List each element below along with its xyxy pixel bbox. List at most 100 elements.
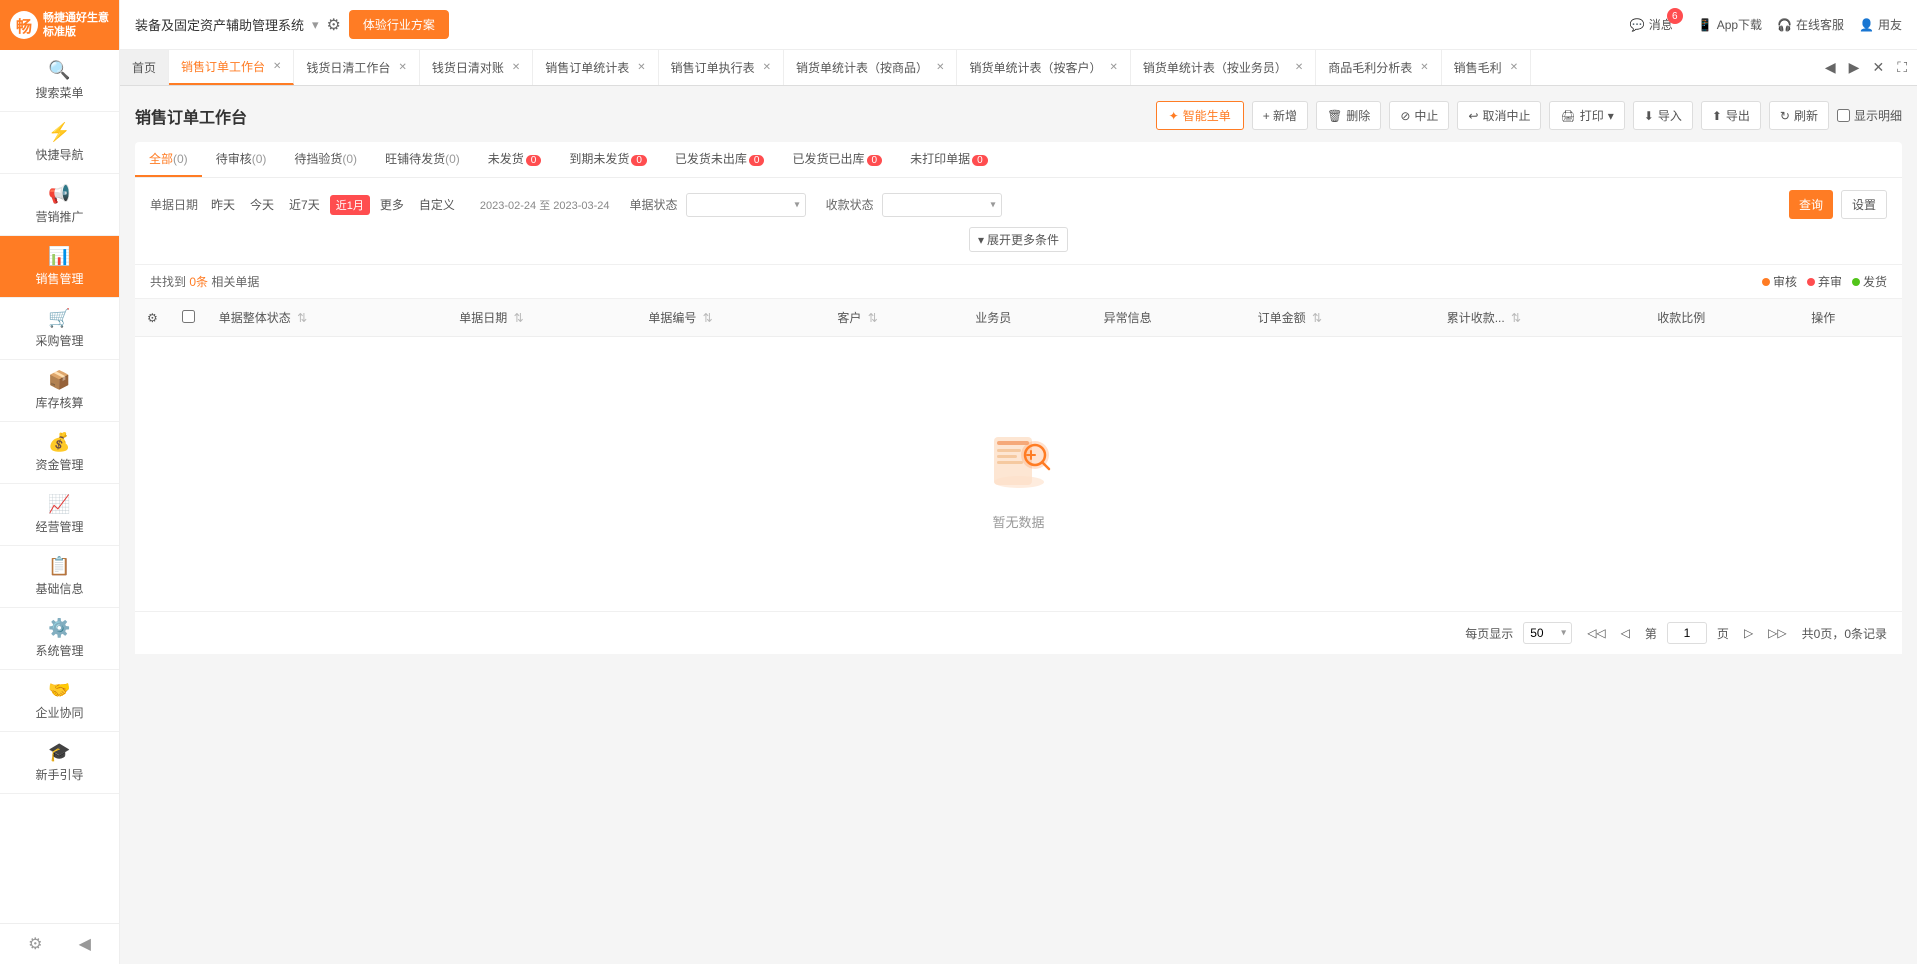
show-detail-checkbox[interactable] <box>1837 109 1850 122</box>
table-summary: 共找到 0条 相关单据 审核 弃审 发货 <box>135 265 1902 299</box>
page-input[interactable] <box>1667 622 1707 644</box>
collapse-icon[interactable]: ◀ <box>79 934 91 954</box>
industry-btn[interactable]: 体验行业方案 <box>349 10 449 39</box>
sidebar-item-search[interactable]: 🔍 搜索菜单 <box>0 50 119 112</box>
tab-sales-staff[interactable]: 销货单统计表（按业务员） ✕ <box>1131 50 1316 85</box>
online-service-btn[interactable]: 🎧 在线客服 <box>1777 16 1844 33</box>
sidebar-item-system[interactable]: ⚙️ 系统管理 <box>0 608 119 670</box>
user-label: 用友 <box>1878 16 1902 33</box>
sidebar-item-quicknav[interactable]: ⚡ 快捷导航 <box>0 112 119 174</box>
settings-btn[interactable]: 设置 <box>1841 190 1887 219</box>
sidebar-item-sales[interactable]: 📊 销售管理 <box>0 236 119 298</box>
date-opt-1month[interactable]: 近1月 <box>330 195 370 215</box>
suspend-btn[interactable]: ⊘ 中止 <box>1389 101 1449 130</box>
quick-approve-btn[interactable]: 审核 <box>1762 273 1797 290</box>
app-download-btn[interactable]: 📱 App下载 <box>1698 16 1762 33</box>
page-next-btn[interactable]: ▷ <box>1739 624 1758 642</box>
expand-btn[interactable]: ▾ 展开更多条件 <box>969 227 1068 252</box>
query-btn[interactable]: 查询 <box>1789 190 1833 219</box>
delete-btn[interactable]: 🗑 删除 <box>1316 101 1381 130</box>
sidebar-item-collab[interactable]: 🤝 企业协同 <box>0 670 119 732</box>
sidebar-item-inventory[interactable]: 📦 库存核算 <box>0 360 119 422</box>
sort-icon[interactable]: ⇅ <box>1511 311 1521 325</box>
date-opt-today[interactable]: 今天 <box>245 194 279 215</box>
tab-home[interactable]: 首页 <box>120 50 169 85</box>
tab-close-icon[interactable]: ✕ <box>1109 62 1117 73</box>
tab-close-icon[interactable]: ✕ <box>273 61 281 72</box>
sort-icon[interactable]: ⇅ <box>514 311 524 325</box>
sidebar-item-basicinfo[interactable]: 📋 基础信息 <box>0 546 119 608</box>
tab-sales-exec[interactable]: 销售订单执行表 ✕ <box>659 50 784 85</box>
tab-close-icon[interactable]: ✕ <box>936 62 944 73</box>
tab-expand-icon[interactable]: ⛶ <box>1892 57 1912 78</box>
tab-sales-profit[interactable]: 销售毛利 ✕ <box>1442 50 1531 85</box>
filter-tab-shipped-out[interactable]: 已发货已出库0 <box>778 142 896 177</box>
date-opt-custom[interactable]: 自定义 <box>414 194 460 215</box>
tab-label: 销货单统计表（按业务员） <box>1143 59 1287 76</box>
date-opt-more[interactable]: 更多 <box>375 194 409 215</box>
sort-icon[interactable]: ⇅ <box>1312 311 1322 325</box>
export-btn[interactable]: ⬆ 导出 <box>1701 101 1761 130</box>
filter-tab-pending-inspect[interactable]: 待挡验货(0) <box>280 142 371 177</box>
empty-state: 暂无数据 <box>135 337 1902 611</box>
gear-col-icon[interactable]: ⚙ <box>147 311 158 325</box>
user-btn[interactable]: 👤 用友 <box>1859 16 1902 33</box>
tab-close-all-icon[interactable]: ✕ <box>1867 57 1889 78</box>
add-btn[interactable]: + 新增 <box>1252 101 1308 130</box>
tab-close-icon[interactable]: ✕ <box>763 62 771 73</box>
settings-bottom-icon[interactable]: ⚙ <box>28 934 42 954</box>
tab-sales-order[interactable]: 销售订单工作台 ✕ <box>169 50 294 85</box>
page-prev-btn[interactable]: ◁ <box>1616 624 1635 642</box>
tab-close-icon[interactable]: ✕ <box>512 62 520 73</box>
date-opt-7days[interactable]: 近7天 <box>284 194 325 215</box>
import-btn[interactable]: ⬇ 导入 <box>1633 101 1693 130</box>
show-detail-checkbox-label[interactable]: 显示明细 <box>1837 107 1902 124</box>
tab-sales-customer[interactable]: 销货单统计表（按客户） ✕ <box>957 50 1130 85</box>
filter-tab-overdue[interactable]: 到期未发货0 <box>555 142 661 177</box>
sidebar-item-management[interactable]: 📈 经营管理 <box>0 484 119 546</box>
sort-icon[interactable]: ⇅ <box>297 311 307 325</box>
tab-sales-goods[interactable]: 销货单统计表（按商品） ✕ <box>784 50 957 85</box>
quick-reject-btn[interactable]: 弃审 <box>1807 273 1842 290</box>
tab-close-icon[interactable]: ✕ <box>1420 62 1428 73</box>
tab-close-icon[interactable]: ✕ <box>1295 62 1303 73</box>
filter-tab-unprinted[interactable]: 未打印单据0 <box>896 142 1002 177</box>
status-select[interactable] <box>686 193 806 217</box>
filter-tab-shipped-not-out[interactable]: 已发货未出库0 <box>661 142 779 177</box>
cancel-suspend-btn[interactable]: ↩ 取消中止 <box>1457 101 1541 130</box>
status-filter-label: 单据状态 <box>630 196 678 213</box>
tab-gross-margin[interactable]: 商品毛利分析表 ✕ <box>1316 50 1441 85</box>
tab-label: 销售订单统计表 <box>545 59 629 76</box>
refresh-btn[interactable]: ↻ 刷新 <box>1769 101 1829 130</box>
sort-icon[interactable]: ⇅ <box>703 311 713 325</box>
tab-close-icon[interactable]: ✕ <box>637 62 645 73</box>
sidebar-item-marketing[interactable]: 📢 营销推广 <box>0 174 119 236</box>
filter-tab-all[interactable]: 全部(0) <box>135 142 202 177</box>
filter-tab-unshipped[interactable]: 未发货0 <box>474 142 556 177</box>
dropdown-arrow[interactable]: ▾ <box>312 17 319 33</box>
print-btn[interactable]: 🖨 打印 ▾ <box>1549 101 1624 130</box>
sidebar-item-guide[interactable]: 🎓 新手引导 <box>0 732 119 794</box>
filter-tab-pending-review[interactable]: 待审核(0) <box>202 142 281 177</box>
page-first-btn[interactable]: ◁◁ <box>1582 624 1610 642</box>
sidebar-item-purchase[interactable]: 🛒 采购管理 <box>0 298 119 360</box>
date-opt-yesterday[interactable]: 昨天 <box>206 194 240 215</box>
smart-generate-btn[interactable]: ✦ 智能生单 <box>1156 101 1244 130</box>
select-all-checkbox[interactable] <box>182 310 195 323</box>
payment-select[interactable] <box>882 193 1002 217</box>
tab-daily-clear[interactable]: 钱货日清工作台 ✕ <box>294 50 419 85</box>
quick-ship-btn[interactable]: 发货 <box>1852 273 1887 290</box>
tab-daily-reconcile[interactable]: 钱货日清对账 ✕ <box>420 50 533 85</box>
tab-close-icon[interactable]: ✕ <box>398 62 406 73</box>
page-last-btn[interactable]: ▷▷ <box>1763 624 1791 642</box>
message-btn[interactable]: 💬 消息 <box>1630 16 1673 33</box>
sidebar-item-finance[interactable]: 💰 资金管理 <box>0 422 119 484</box>
sort-icon[interactable]: ⇅ <box>868 311 878 325</box>
tab-close-icon[interactable]: ✕ <box>1510 62 1518 73</box>
tab-prev-icon[interactable]: ◀ <box>1820 57 1841 78</box>
filter-tab-wangpu-pending[interactable]: 旺铺待发货(0) <box>371 142 474 177</box>
per-page-select[interactable]: 10 20 50 100 <box>1523 622 1572 644</box>
gear-icon[interactable]: ⚙ <box>327 15 341 35</box>
tab-sales-stats[interactable]: 销售订单统计表 ✕ <box>533 50 658 85</box>
tab-next-icon[interactable]: ▶ <box>1844 57 1865 78</box>
